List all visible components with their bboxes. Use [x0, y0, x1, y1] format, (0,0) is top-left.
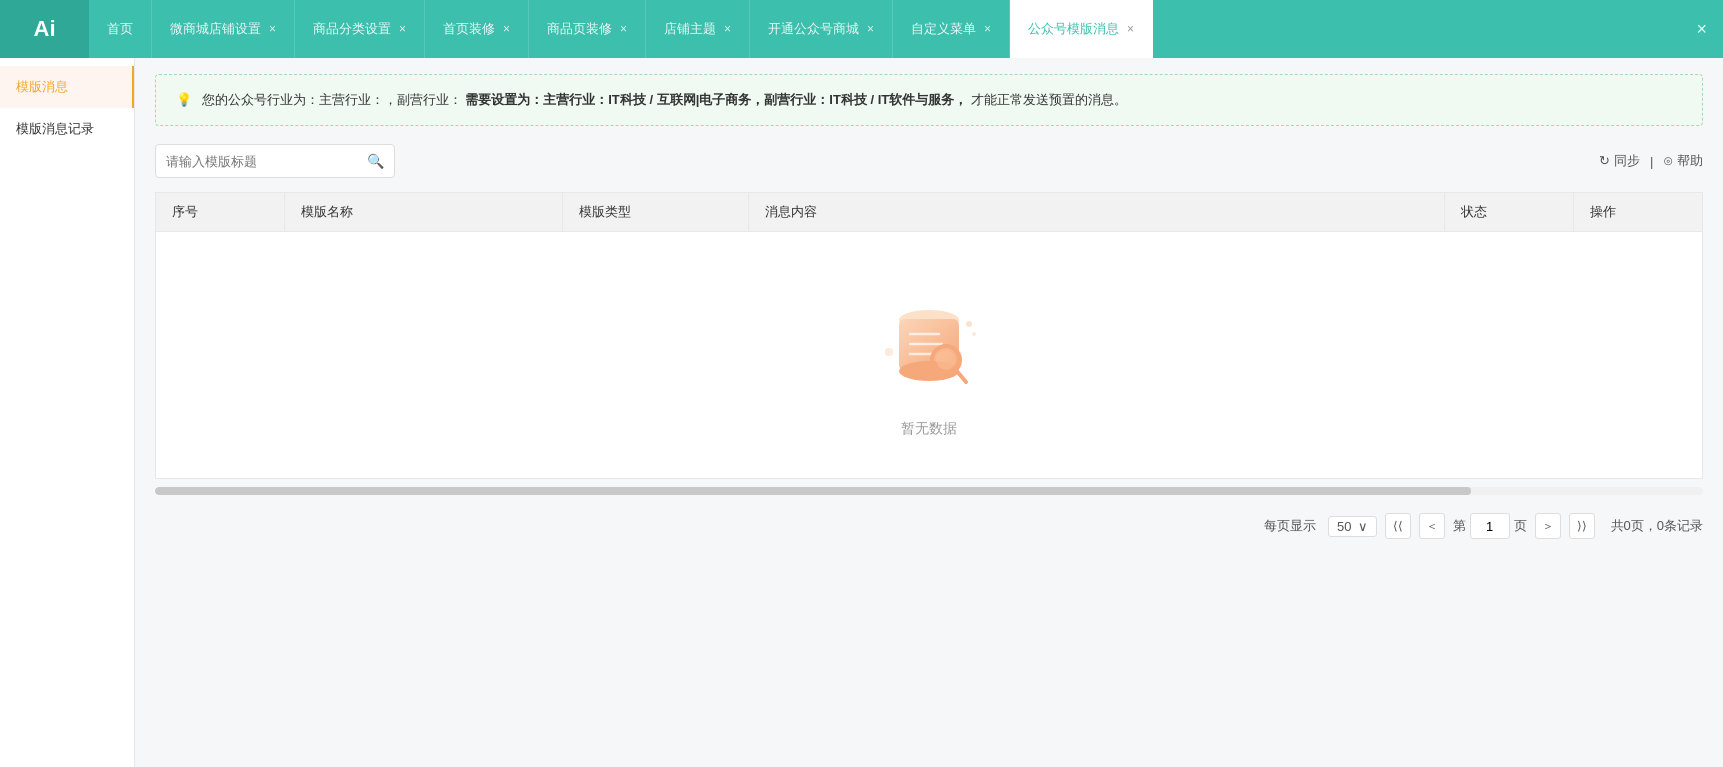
table-empty-row: 暂无数据	[156, 232, 1703, 479]
first-page-button[interactable]: ⟨⟨	[1385, 513, 1411, 539]
sidebar: 模版消息模版消息记录	[0, 58, 135, 767]
table-container: 序号模版名称模版类型消息内容状态操作	[155, 192, 1703, 479]
pagination: 每页显示 50 ∨ ⟨⟨ ＜ 第 页 ＞ ⟩⟩ 共0页，0条记录	[155, 503, 1703, 543]
nav-tab-store-theme[interactable]: 店铺主题 ×	[646, 0, 750, 58]
svg-point-11	[885, 348, 893, 356]
divider: |	[1650, 154, 1653, 169]
brand-label: Ai	[34, 16, 56, 42]
chevron-down-icon: ∨	[1358, 519, 1368, 534]
nav-tab-product-decoration[interactable]: 商品页装修 ×	[529, 0, 646, 58]
nav-tab-close-product-decoration[interactable]: ×	[620, 23, 627, 35]
nav-tab-custom-menu[interactable]: 自定义菜单 ×	[893, 0, 1010, 58]
nav-tab-close-custom-menu[interactable]: ×	[984, 23, 991, 35]
per-page-label: 每页显示	[1264, 517, 1316, 535]
help-label: 帮助	[1677, 153, 1703, 168]
search-bar: 🔍 ↻ 同步 | ⊙ 帮助	[155, 144, 1703, 178]
empty-illustration	[874, 292, 984, 402]
page-number-input[interactable]	[1470, 513, 1510, 539]
page-label-post: 页	[1514, 517, 1527, 535]
per-page-value: 50	[1337, 519, 1351, 534]
data-table: 序号模版名称模版类型消息内容状态操作	[155, 192, 1703, 479]
col-header-status: 状态	[1445, 193, 1574, 232]
notice-suffix: 才能正常发送预置的消息。	[971, 92, 1127, 107]
nav-tab-open-shop[interactable]: 开通公众号商城 ×	[750, 0, 893, 58]
svg-line-8	[956, 370, 966, 382]
svg-point-10	[972, 332, 976, 336]
per-page-select[interactable]: 50 ∨	[1328, 516, 1376, 537]
nav-tab-close-shop-settings[interactable]: ×	[269, 23, 276, 35]
help-button[interactable]: ⊙ 帮助	[1663, 152, 1703, 170]
table-header-row: 序号模版名称模版类型消息内容状态操作	[156, 193, 1703, 232]
nav-tab-close-store-theme[interactable]: ×	[724, 23, 731, 35]
scrollbar-thumb	[155, 487, 1471, 495]
page-label-pre: 第	[1453, 517, 1466, 535]
main-layout: 模版消息模版消息记录 💡 您的公众号行业为：主营行业：，副营行业： 需要设置为：…	[0, 58, 1723, 767]
notice-icon: 💡	[176, 92, 192, 107]
nav-tab-template-msg[interactable]: 公众号模版消息 ×	[1010, 0, 1153, 58]
notice-prefix: 您的公众号行业为：主营行业：，副营行业：	[202, 92, 462, 107]
prev-page-button[interactable]: ＜	[1419, 513, 1445, 539]
help-icon: ⊙	[1663, 153, 1673, 168]
nav-tab-close-home-decoration[interactable]: ×	[503, 23, 510, 35]
page-input-group: 第 页	[1453, 513, 1527, 539]
close-all-button[interactable]: ×	[1680, 19, 1723, 40]
sync-button[interactable]: ↻ 同步	[1599, 152, 1640, 170]
table-header: 序号模版名称模版类型消息内容状态操作	[156, 193, 1703, 232]
nav-tab-close-template-msg[interactable]: ×	[1127, 23, 1134, 35]
nav-tab-shop-settings[interactable]: 微商城店铺设置 ×	[152, 0, 295, 58]
sync-icon: ↻	[1599, 153, 1610, 168]
nav-tab-close-open-shop[interactable]: ×	[867, 23, 874, 35]
top-nav: Ai 首页微商城店铺设置 ×商品分类设置 ×首页装修 ×商品页装修 ×店铺主题 …	[0, 0, 1723, 58]
empty-text: 暂无数据	[901, 420, 957, 438]
notice-highlight: 需要设置为：主营行业：IT科技 / 互联网|电子商务，副营行业：IT科技 / I…	[465, 92, 967, 107]
notice-box: 💡 您的公众号行业为：主营行业：，副营行业： 需要设置为：主营行业：IT科技 /…	[155, 74, 1703, 126]
nav-tabs: 首页微商城店铺设置 ×商品分类设置 ×首页装修 ×商品页装修 ×店铺主题 ×开通…	[89, 0, 1680, 58]
toolbar-right: ↻ 同步 | ⊙ 帮助	[1599, 152, 1703, 170]
total-info: 共0页，0条记录	[1611, 517, 1703, 535]
col-header-index: 序号	[156, 193, 285, 232]
next-page-button[interactable]: ＞	[1535, 513, 1561, 539]
search-input[interactable]	[166, 154, 367, 169]
search-input-wrap: 🔍	[155, 144, 395, 178]
sync-label: 同步	[1614, 153, 1640, 168]
nav-tab-product-category[interactable]: 商品分类设置 ×	[295, 0, 425, 58]
nav-tab-home[interactable]: 首页	[89, 0, 152, 58]
brand-logo: Ai	[0, 0, 89, 58]
col-header-name: 模版名称	[284, 193, 562, 232]
nav-tab-home-decoration[interactable]: 首页装修 ×	[425, 0, 529, 58]
content-area: 💡 您的公众号行业为：主营行业：，副营行业： 需要设置为：主营行业：IT科技 /…	[135, 58, 1723, 767]
svg-point-9	[966, 321, 972, 327]
horizontal-scrollbar[interactable]	[155, 487, 1703, 495]
col-header-type: 模版类型	[563, 193, 749, 232]
nav-tab-close-product-category[interactable]: ×	[399, 23, 406, 35]
sidebar-item-template-msg[interactable]: 模版消息	[0, 66, 134, 108]
col-header-content: 消息内容	[749, 193, 1445, 232]
table-body: 暂无数据	[156, 232, 1703, 479]
empty-state: 暂无数据	[156, 232, 1702, 478]
search-button[interactable]: 🔍	[367, 153, 384, 169]
col-header-action: 操作	[1574, 193, 1703, 232]
svg-point-7	[936, 350, 956, 370]
last-page-button[interactable]: ⟩⟩	[1569, 513, 1595, 539]
sidebar-item-template-msg-log[interactable]: 模版消息记录	[0, 108, 134, 150]
